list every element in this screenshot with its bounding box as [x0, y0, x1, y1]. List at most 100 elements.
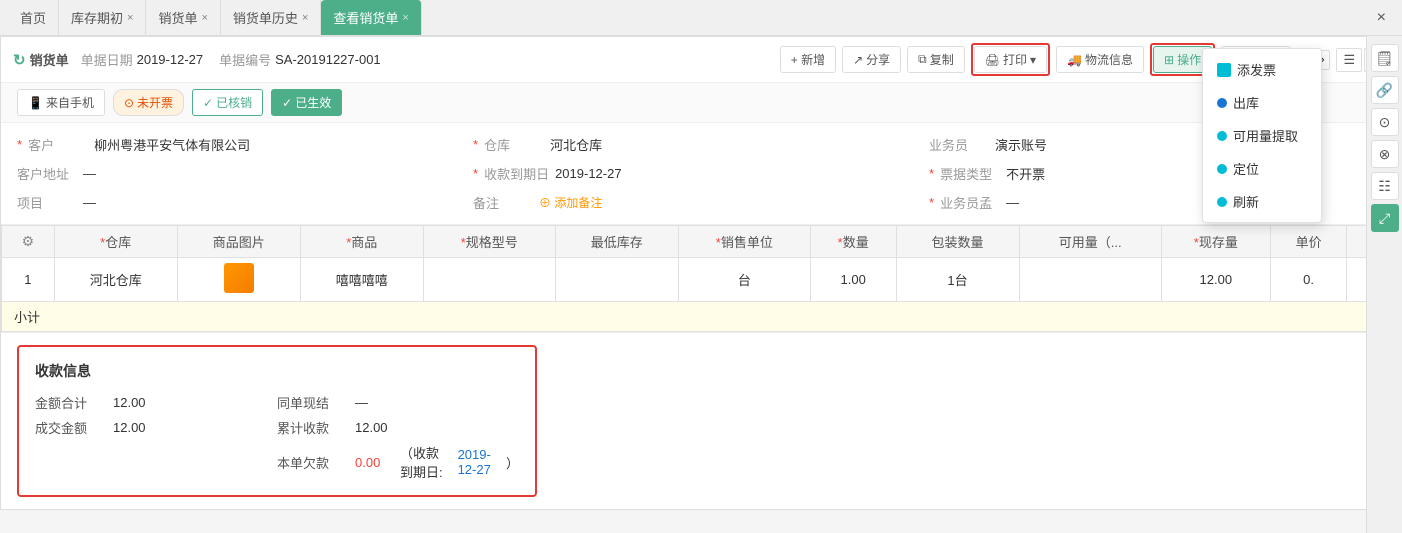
- warehouse-required-star: *: [473, 137, 478, 152]
- confirm-check[interactable]: ✓ 已核销: [192, 89, 263, 116]
- tab-sales-history-close[interactable]: ×: [302, 12, 308, 24]
- due-note-text: （收款到期日:: [400, 443, 450, 481]
- locate-item[interactable]: 定位: [1203, 152, 1321, 185]
- window-close-button[interactable]: ×: [1369, 9, 1394, 27]
- doc-meta: 单据日期 2019-12-27 单据编号 SA-20191227-001: [81, 50, 381, 69]
- col-warehouse: *仓库: [54, 226, 177, 258]
- row-price[interactable]: 0.: [1270, 258, 1347, 302]
- tab-home[interactable]: 首页: [8, 0, 59, 35]
- total-amount-label: 金额合计: [35, 393, 105, 412]
- not-open-icon: ⊙: [124, 96, 134, 110]
- share-button[interactable]: ↗ 分享: [842, 46, 901, 73]
- row-index: 1: [2, 258, 55, 302]
- out-warehouse-label: 出库: [1233, 93, 1259, 112]
- print-label: 打印: [1003, 51, 1027, 68]
- operations-icon: ⊞: [1164, 53, 1174, 67]
- row-available: [1019, 258, 1161, 302]
- row-min-stock: [555, 258, 678, 302]
- customer-value[interactable]: 柳州粤港平安气体有限公司: [94, 135, 250, 154]
- confirm-icon: ✓: [203, 96, 213, 110]
- refresh-item[interactable]: 刷新: [1203, 185, 1321, 218]
- doc-date-label: 单据日期: [81, 50, 133, 69]
- row-pkg-qty: 1台: [896, 258, 1019, 302]
- effective-button[interactable]: ✓ 已生效: [271, 89, 342, 116]
- current-due-value: 0.00: [355, 455, 380, 470]
- available-qty-icon: [1217, 131, 1227, 141]
- tab-bar: 首页 库存期初 × 销货单 × 销货单历史 × 查看销货单 × ×: [0, 0, 1402, 36]
- tab-inventory-close[interactable]: ×: [127, 12, 133, 24]
- available-qty-item[interactable]: 可用量提取: [1203, 119, 1321, 152]
- customer-label: 客户: [28, 135, 88, 154]
- tab-view-sales-label: 查看销货单: [333, 8, 398, 27]
- from-mobile-button[interactable]: 📱 来自手机: [17, 89, 105, 116]
- payment-date-label: 收款到期日: [484, 164, 549, 183]
- share-icon: ↗: [853, 53, 863, 67]
- row-unit: 台: [678, 258, 810, 302]
- status-row: 📱 来自手机 ⊙ 未开票 ✓ 已核销 ✓ 已生效: [1, 83, 1401, 123]
- project-field: 项目 —: [17, 193, 473, 212]
- col-spec: *规格型号: [423, 226, 555, 258]
- list-view-button[interactable]: ☰: [1336, 48, 1362, 72]
- col-product: *商品: [300, 226, 423, 258]
- not-open-button[interactable]: ⊙ 未开票: [113, 89, 184, 116]
- add-invoice-item[interactable]: 添发票: [1203, 53, 1321, 86]
- right-btn-1[interactable]: 🗒: [1371, 44, 1399, 72]
- payment-area: 收款信息 金额合计 12.00 同单现结 — 成交金额 12.00 累计收款 1…: [1, 333, 1401, 509]
- row-current-stock: 12.00: [1161, 258, 1270, 302]
- cumulative-row: 累计收款 12.00: [277, 418, 519, 437]
- table-wrap: ⚙ *仓库 商品图片 *商品 *规格型号 最低库存 *销售单位 *数量 包装数量…: [1, 225, 1401, 333]
- right-btn-4[interactable]: ⊗: [1371, 140, 1399, 168]
- logistics-button[interactable]: 🚚 物流信息: [1056, 46, 1144, 73]
- due-date: 2019-12-27: [458, 447, 498, 477]
- warehouse-value[interactable]: 河北仓库: [550, 135, 602, 154]
- current-due-row: 本单欠款 0.00 （收款到期日: 2019-12-27 ）: [277, 443, 519, 481]
- col-price: 单价: [1270, 226, 1347, 258]
- invoice-type-value[interactable]: 不开票: [1006, 164, 1045, 183]
- effective-icon: ✓: [282, 96, 292, 110]
- product-table: ⚙ *仓库 商品图片 *商品 *规格型号 最低库存 *销售单位 *数量 包装数量…: [1, 225, 1401, 332]
- tab-sales-history[interactable]: 销货单历史 ×: [221, 0, 321, 35]
- out-warehouse-item[interactable]: 出库: [1203, 86, 1321, 119]
- tab-inventory-label: 库存期初: [71, 8, 123, 27]
- tab-inventory[interactable]: 库存期初 ×: [59, 0, 146, 35]
- right-btn-5[interactable]: ☷: [1371, 172, 1399, 200]
- col-pkg-qty: 包装数量: [896, 226, 1019, 258]
- doc-number-value: SA-20191227-001: [275, 52, 381, 67]
- refresh-icon: [1217, 197, 1227, 207]
- form-area: * 客户 柳州粤港平安气体有限公司 * 仓库 河北仓库 业务员 演示账号 客户地…: [1, 123, 1401, 225]
- settings-icon[interactable]: ⚙: [22, 233, 35, 249]
- salesperson2-value: —: [1006, 195, 1019, 210]
- payment-date-value[interactable]: 2019-12-27: [555, 166, 622, 181]
- right-btn-3[interactable]: ⊙: [1371, 108, 1399, 136]
- salesperson-value: 演示账号: [995, 135, 1047, 154]
- confirm-label: 已核销: [216, 94, 252, 111]
- doc-date-value: 2019-12-27: [137, 52, 204, 67]
- salesperson2-label: 业务员孟: [940, 193, 1000, 212]
- copy-button[interactable]: ⧉ 复制: [907, 46, 965, 73]
- add-invoice-icon: [1217, 63, 1231, 77]
- cumulative-value: 12.00: [355, 420, 388, 435]
- tab-view-sales[interactable]: 查看销货单 ×: [321, 0, 421, 35]
- tab-sales-close[interactable]: ×: [201, 12, 207, 24]
- product-thumbnail: [224, 263, 254, 293]
- from-mobile-label: 来自手机: [46, 94, 94, 111]
- deal-amount-row: 成交金额 12.00: [35, 418, 277, 437]
- right-btn-2[interactable]: 🔗: [1371, 76, 1399, 104]
- col-gear[interactable]: ⚙: [2, 226, 55, 258]
- row-spec[interactable]: [423, 258, 555, 302]
- tab-view-sales-close[interactable]: ×: [402, 12, 408, 24]
- doc-number-label: 单据编号: [219, 50, 271, 69]
- doc-type-text: 销货单: [30, 50, 69, 69]
- share-label: 分享: [866, 51, 890, 68]
- row-qty[interactable]: 1.00: [810, 258, 896, 302]
- payment-date-field: * 收款到期日 2019-12-27: [473, 164, 929, 183]
- print-highlight-box: 🖨 打印 ▾: [971, 43, 1050, 76]
- right-btn-expand[interactable]: ⤢: [1371, 204, 1399, 232]
- new-button[interactable]: + 新增: [780, 46, 836, 73]
- print-button[interactable]: 🖨 打印 ▾: [974, 46, 1047, 73]
- due-note-end: ）: [506, 453, 519, 472]
- row-product-name[interactable]: 嘻嘻嘻嘻: [300, 258, 423, 302]
- tab-sales[interactable]: 销货单 ×: [146, 0, 220, 35]
- col-min-stock: 最低库存: [555, 226, 678, 258]
- add-memo-button[interactable]: ⊕ 添加备注: [539, 194, 602, 211]
